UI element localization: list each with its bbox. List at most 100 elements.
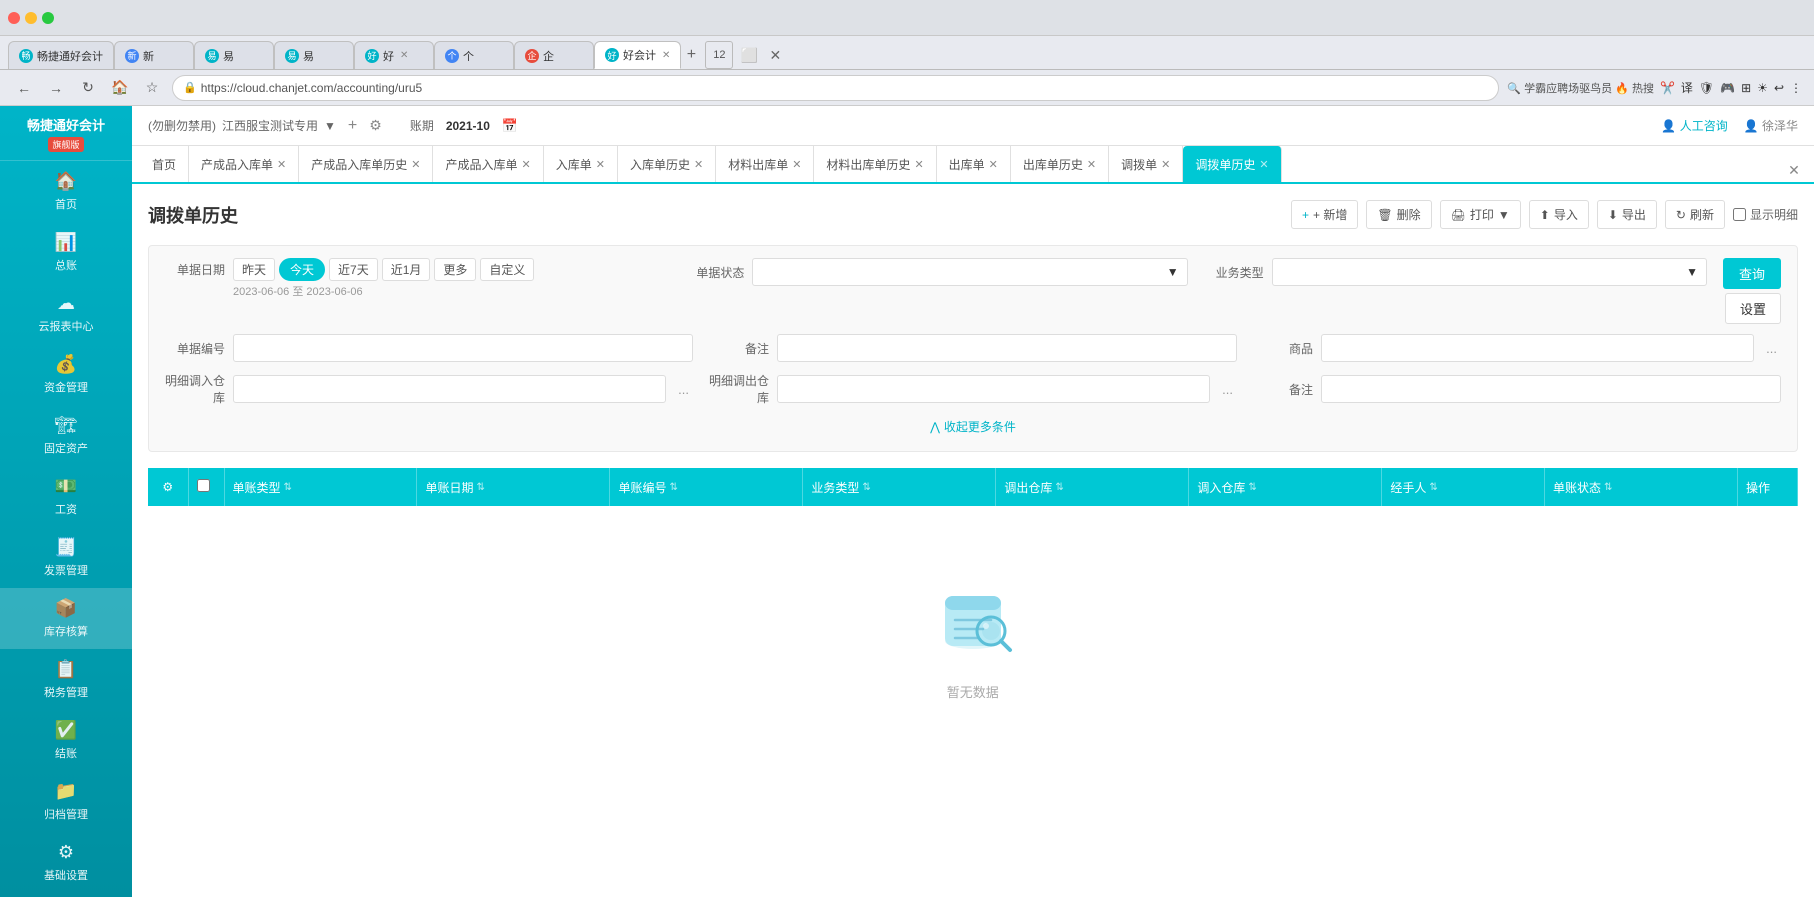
browser-tab-1[interactable]: 新 新 xyxy=(114,41,194,69)
select-all-checkbox[interactable] xyxy=(197,479,210,492)
browser-tab-2[interactable]: 易 易 xyxy=(194,41,274,69)
sidebar-item-invoice[interactable]: 🧾 发票管理 xyxy=(0,527,132,588)
grid-icon[interactable]: ⊞ xyxy=(1741,81,1751,95)
th-in-warehouse[interactable]: 调入仓库 ⇅ xyxy=(1189,468,1382,506)
display-all-toggle[interactable]: 显示明细 xyxy=(1733,206,1798,223)
refresh-browser-btn[interactable]: ↻ xyxy=(76,76,100,100)
in-warehouse-input[interactable] xyxy=(233,375,666,403)
extension1-icon[interactable]: 🛡 xyxy=(1699,81,1714,95)
browser-tab-6[interactable]: 企 企 xyxy=(514,41,594,69)
home-btn[interactable]: 🏠 xyxy=(108,76,132,100)
biztype-select[interactable]: ▼ xyxy=(1272,258,1707,286)
app-tab-10-close[interactable]: ✕ xyxy=(1161,158,1170,171)
tab-bar-close-all[interactable]: ✕ xyxy=(1782,158,1806,182)
goods-dots[interactable]: ... xyxy=(1762,341,1781,356)
export-btn[interactable]: ⬇ 导出 xyxy=(1597,200,1657,229)
status-select[interactable]: ▼ xyxy=(752,258,1187,286)
tab-close-4[interactable]: ✕ xyxy=(400,50,408,61)
th-doc-no[interactable]: 单账编号 ⇅ xyxy=(610,468,803,506)
th-status[interactable]: 单账状态 ⇅ xyxy=(1544,468,1737,506)
th-gear[interactable]: ⚙ xyxy=(148,468,188,506)
app-tab-7[interactable]: 材料出库单历史 ✕ xyxy=(814,146,936,182)
sidebar-item-archive[interactable]: 📁 归档管理 xyxy=(0,771,132,832)
app-tab-6-close[interactable]: ✕ xyxy=(792,158,801,171)
scissors-icon[interactable]: ✂️ xyxy=(1660,81,1675,95)
browser-close-btn[interactable]: ✕ xyxy=(763,41,787,69)
query-btn[interactable]: 查询 xyxy=(1723,258,1781,289)
th-doc-type[interactable]: 单账类型 ⇅ xyxy=(224,468,417,506)
app-tab-8[interactable]: 出库单 ✕ xyxy=(937,146,1011,182)
app-tab-5[interactable]: 入库单历史 ✕ xyxy=(618,146,716,182)
browser-tab-active[interactable]: 好 好会计 ✕ xyxy=(594,41,681,69)
sidebar-item-assets[interactable]: 🏗 固定资产 xyxy=(0,405,132,466)
sidebar-item-tax[interactable]: 📋 税务管理 xyxy=(0,649,132,710)
print-btn[interactable]: 🖨 打印 ▼ xyxy=(1440,200,1521,229)
bookmark-btn[interactable]: ☆ xyxy=(140,76,164,100)
app-tab-2[interactable]: 产成品入库单历史 ✕ xyxy=(299,146,433,182)
back-btn[interactable]: ← xyxy=(12,76,36,100)
app-tab-4-close[interactable]: ✕ xyxy=(596,158,605,171)
app-tab-10[interactable]: 调拨单 ✕ xyxy=(1109,146,1183,182)
refresh-btn[interactable]: ↻ 刷新 xyxy=(1665,200,1725,229)
app-tab-9-close[interactable]: ✕ xyxy=(1087,158,1096,171)
in-warehouse-dots[interactable]: ... xyxy=(674,382,693,397)
menu-icon[interactable]: ⋮ xyxy=(1790,81,1802,95)
undo-icon[interactable]: ↩ xyxy=(1774,81,1784,95)
forward-btn[interactable]: → xyxy=(44,76,68,100)
delete-btn[interactable]: 🗑 删除 xyxy=(1366,200,1431,229)
new-tab-button[interactable]: + xyxy=(681,41,701,69)
date-btn-yesterday[interactable]: 昨天 xyxy=(233,258,275,281)
sidebar-item-guide[interactable]: 🎯 新手引导 xyxy=(0,893,132,897)
browser-tab-4[interactable]: 好 好 ✕ xyxy=(354,41,434,69)
tab-count-badge[interactable]: 12 xyxy=(705,41,733,69)
app-tab-1-close[interactable]: ✕ xyxy=(277,158,286,171)
filter-settings-btn[interactable]: 设置 xyxy=(1725,293,1781,324)
note-input[interactable] xyxy=(1321,375,1781,403)
th-biz-type[interactable]: 业务类型 ⇅ xyxy=(803,468,996,506)
minimize-window-btn[interactable] xyxy=(25,12,37,24)
app-tab-3[interactable]: 产成品入库单 ✕ xyxy=(433,146,543,182)
display-all-checkbox[interactable] xyxy=(1733,208,1746,221)
date-btn-1month[interactable]: 近1月 xyxy=(382,258,431,281)
sidebar-item-ledger[interactable]: 📊 总账 xyxy=(0,222,132,283)
app-tab-7-close[interactable]: ✕ xyxy=(914,158,923,171)
close-window-btn[interactable] xyxy=(8,12,20,24)
user-service-btn[interactable]: 👤 人工咨询 xyxy=(1661,117,1727,134)
sidebar-item-closing[interactable]: ✅ 结账 xyxy=(0,710,132,771)
translate-icon[interactable]: 译 xyxy=(1681,79,1693,96)
sidebar-item-settings[interactable]: ⚙ 基础设置 xyxy=(0,832,132,893)
sidebar-item-home[interactable]: 🏠 首页 xyxy=(0,161,132,222)
remark-input[interactable] xyxy=(777,334,1237,362)
browser-tab-3[interactable]: 易 易 xyxy=(274,41,354,69)
app-tab-8-close[interactable]: ✕ xyxy=(989,158,998,171)
add-company-btn[interactable]: + xyxy=(348,117,357,135)
browser-tab-5[interactable]: 个 个 xyxy=(434,41,514,69)
app-tab-11-close[interactable]: ✕ xyxy=(1259,158,1268,171)
th-doc-date[interactable]: 单账日期 ⇅ xyxy=(417,468,610,506)
url-input[interactable]: 🔒 https://cloud.chanjet.com/accounting/u… xyxy=(172,75,1499,101)
app-tab-2-close[interactable]: ✕ xyxy=(411,158,420,171)
browser-tab-0[interactable]: 畅 畅捷通好会计 xyxy=(8,41,114,69)
out-warehouse-input[interactable] xyxy=(777,375,1210,403)
goods-input[interactable] xyxy=(1321,334,1754,362)
new-btn[interactable]: + + 新增 xyxy=(1291,200,1358,229)
sidebar-item-inventory[interactable]: 📦 库存核算 xyxy=(0,588,132,649)
docno-input[interactable] xyxy=(233,334,693,362)
extension2-icon[interactable]: 🎮 xyxy=(1720,81,1735,95)
tab-close-active[interactable]: ✕ xyxy=(662,50,670,61)
maximize-window-btn[interactable] xyxy=(42,12,54,24)
sidebar-item-funds[interactable]: 💰 资金管理 xyxy=(0,344,132,405)
restore-down-btn[interactable]: ⬜ xyxy=(737,41,761,69)
company-settings-icon[interactable]: ⚙ xyxy=(369,117,382,134)
app-tab-3-close[interactable]: ✕ xyxy=(522,158,531,171)
out-warehouse-dots[interactable]: ... xyxy=(1218,382,1237,397)
sidebar-item-payroll[interactable]: 💵 工资 xyxy=(0,466,132,527)
app-tab-6[interactable]: 材料出库单 ✕ xyxy=(716,146,814,182)
collapse-btn[interactable]: ⋀ 收起更多条件 xyxy=(165,414,1781,439)
app-tab-4[interactable]: 入库单 ✕ xyxy=(544,146,618,182)
company-selector[interactable]: (勿删勿禁用) 江西服宝测试专用 ▼ xyxy=(148,117,336,134)
app-tab-home[interactable]: 首页 xyxy=(140,146,189,182)
th-handler[interactable]: 经手人 ⇅ xyxy=(1382,468,1545,506)
app-tab-1[interactable]: 产成品入库单 ✕ xyxy=(189,146,299,182)
th-checkbox[interactable] xyxy=(188,468,224,506)
